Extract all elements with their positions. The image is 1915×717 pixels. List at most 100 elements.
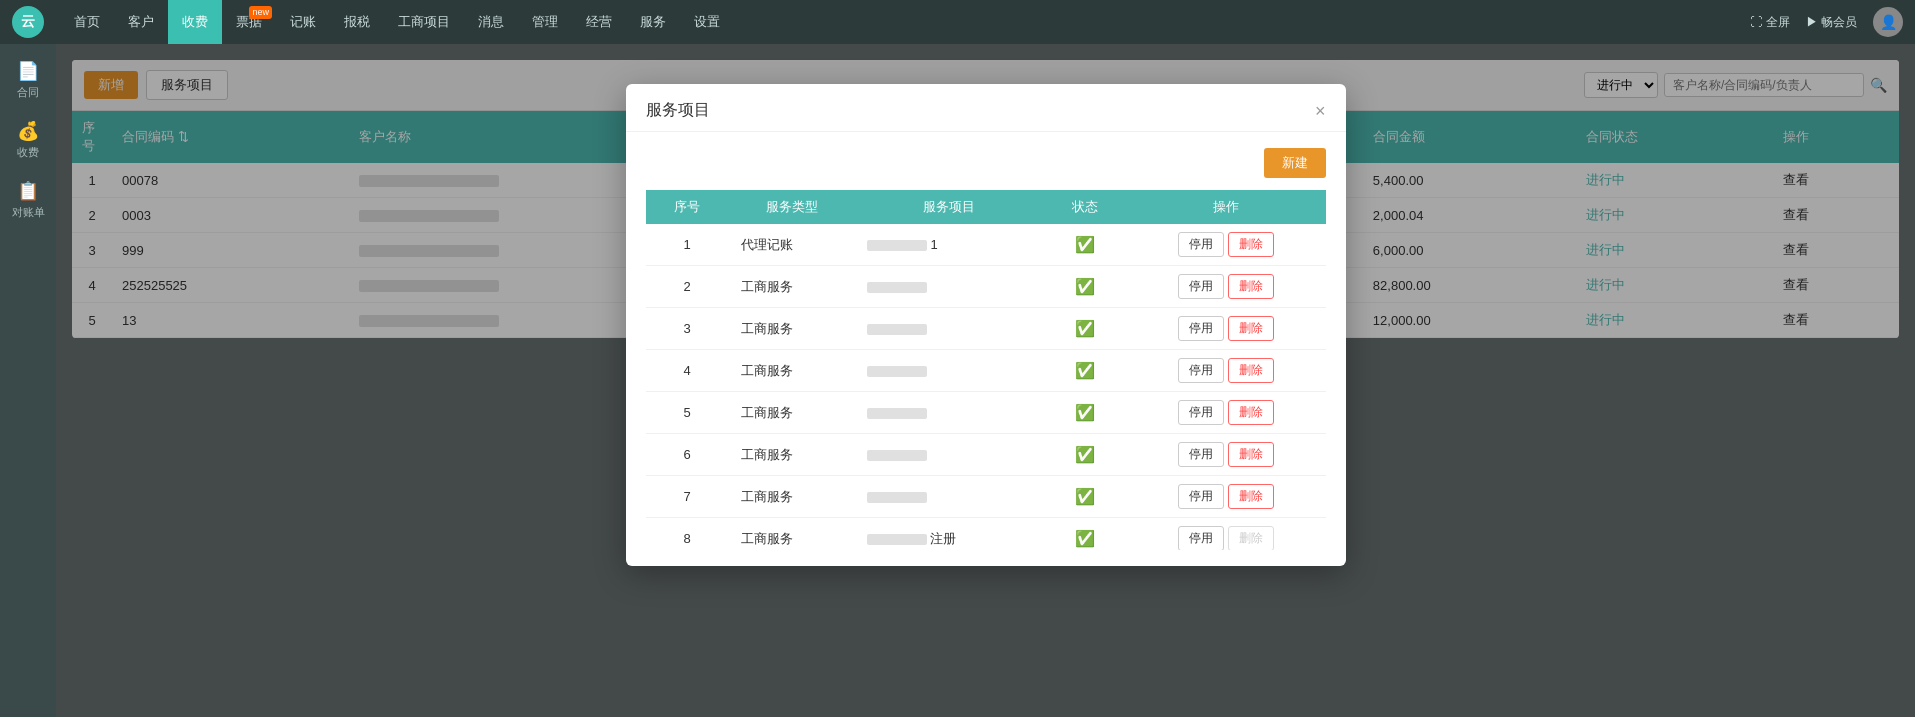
- modal-cell-seq: 3: [646, 308, 729, 350]
- modal-cell-ops: 停用 删除: [1127, 518, 1326, 551]
- modal-table-row: 1 代理记账 1 ✅ 停用 删除: [646, 224, 1326, 266]
- member-btn[interactable]: ▶ 畅会员: [1806, 14, 1857, 31]
- delete-button[interactable]: 删除: [1228, 358, 1274, 383]
- modal-table-row: 6 工商服务 ✅ 停用 删除: [646, 434, 1326, 476]
- modal-table-row: 7 工商服务 ✅ 停用 删除: [646, 476, 1326, 518]
- modal-cell-item: [855, 476, 1044, 518]
- modal-table-wrap[interactable]: 序号 服务类型 服务项目 状态 操作 1 代理记账 1 ✅ 停用: [646, 190, 1326, 550]
- modal-cell-type: 工商服务: [729, 308, 855, 350]
- modal-table-row: 8 工商服务 注册 ✅ 停用 删除: [646, 518, 1326, 551]
- modal-overlay: 服务项目 × 新建 序号 服务类型 服务项目: [56, 44, 1915, 717]
- modal-cell-status: ✅: [1044, 392, 1127, 434]
- nav-manage[interactable]: 管理: [518, 0, 572, 44]
- modal-cell-ops: 停用 删除: [1127, 308, 1326, 350]
- main-content: 新增 服务项目 进行中 全部 已结束 🔍 序号 合同编码: [56, 44, 1915, 717]
- modal-cell-item: [855, 392, 1044, 434]
- modal-new-button[interactable]: 新建: [1264, 148, 1326, 178]
- nav-settings[interactable]: 设置: [680, 0, 734, 44]
- modal-cell-ops: 停用 删除: [1127, 224, 1326, 266]
- modal-cell-status: ✅: [1044, 266, 1127, 308]
- nav-business[interactable]: 工商项目: [384, 0, 464, 44]
- modal-tbody: 1 代理记账 1 ✅ 停用 删除 2 工商服务 ✅ 停用 删除 3 工商服务 ✅…: [646, 224, 1326, 550]
- sidebar-item-statement[interactable]: 📋 对账单: [2, 172, 54, 228]
- contract-icon: 📄: [17, 60, 39, 82]
- modal-cell-status: ✅: [1044, 308, 1127, 350]
- modal-cell-item: 注册: [855, 518, 1044, 551]
- sidebar-label-statement: 对账单: [12, 205, 45, 220]
- modal-cell-ops: 停用 删除: [1127, 350, 1326, 392]
- modal-cell-seq: 4: [646, 350, 729, 392]
- modal-col-type: 服务类型: [729, 190, 855, 224]
- modal-cell-item: [855, 308, 1044, 350]
- right-icons: ⛶ 全屏 ▶ 畅会员 👤: [1750, 7, 1903, 37]
- modal-table-row: 2 工商服务 ✅ 停用 删除: [646, 266, 1326, 308]
- modal-table-head: 序号 服务类型 服务项目 状态 操作: [646, 190, 1326, 224]
- nav-billing[interactable]: 收费: [168, 0, 222, 44]
- nav-customer[interactable]: 客户: [114, 0, 168, 44]
- nav-message[interactable]: 消息: [464, 0, 518, 44]
- modal-header: 服务项目 ×: [626, 84, 1346, 132]
- modal-cell-type: 工商服务: [729, 434, 855, 476]
- delete-button[interactable]: 删除: [1228, 442, 1274, 467]
- modal-table-row: 5 工商服务 ✅ 停用 删除: [646, 392, 1326, 434]
- statement-icon: 📋: [17, 180, 39, 202]
- delete-button[interactable]: 删除: [1228, 400, 1274, 425]
- modal-cell-type: 工商服务: [729, 392, 855, 434]
- modal-cell-seq: 5: [646, 392, 729, 434]
- delete-button[interactable]: 删除: [1228, 232, 1274, 257]
- stop-button[interactable]: 停用: [1178, 316, 1224, 341]
- modal-cell-type: 工商服务: [729, 350, 855, 392]
- stop-button[interactable]: 停用: [1178, 358, 1224, 383]
- modal-cell-ops: 停用 删除: [1127, 476, 1326, 518]
- modal-col-status: 状态: [1044, 190, 1127, 224]
- modal-cell-status: ✅: [1044, 476, 1127, 518]
- modal-cell-ops: 停用 删除: [1127, 434, 1326, 476]
- modal-cell-seq: 1: [646, 224, 729, 266]
- modal-cell-status: ✅: [1044, 350, 1127, 392]
- modal-cell-status: ✅: [1044, 518, 1127, 551]
- modal-cell-ops: 停用 删除: [1127, 392, 1326, 434]
- modal-cell-seq: 7: [646, 476, 729, 518]
- modal-cell-type: 工商服务: [729, 476, 855, 518]
- delete-button[interactable]: 删除: [1228, 274, 1274, 299]
- nav-home[interactable]: 首页: [60, 0, 114, 44]
- modal-cell-status: ✅: [1044, 434, 1127, 476]
- stop-button[interactable]: 停用: [1178, 232, 1224, 257]
- stop-button[interactable]: 停用: [1178, 484, 1224, 509]
- modal-cell-type: 代理记账: [729, 224, 855, 266]
- app-logo[interactable]: 云: [12, 6, 44, 38]
- modal-col-action: 操作: [1127, 190, 1326, 224]
- modal-col-seq: 序号: [646, 190, 729, 224]
- modal-table: 序号 服务类型 服务项目 状态 操作 1 代理记账 1 ✅ 停用: [646, 190, 1326, 550]
- nav-operation[interactable]: 经营: [572, 0, 626, 44]
- modal-cell-seq: 2: [646, 266, 729, 308]
- avatar[interactable]: 👤: [1873, 7, 1903, 37]
- modal-cell-ops: 停用 删除: [1127, 266, 1326, 308]
- modal-cell-seq: 8: [646, 518, 729, 551]
- fullscreen-btn[interactable]: ⛶ 全屏: [1750, 14, 1789, 31]
- nav-tax[interactable]: 报税: [330, 0, 384, 44]
- sidebar-item-billing[interactable]: 💰 收费: [2, 112, 54, 168]
- modal-body: 新建 序号 服务类型 服务项目 状态 操作: [626, 132, 1346, 566]
- delete-button[interactable]: 删除: [1228, 526, 1274, 550]
- modal: 服务项目 × 新建 序号 服务类型 服务项目: [626, 84, 1346, 566]
- delete-button[interactable]: 删除: [1228, 316, 1274, 341]
- modal-cell-item: [855, 266, 1044, 308]
- sidebar: 📄 合同 💰 收费 📋 对账单: [0, 44, 56, 717]
- sidebar-label-billing: 收费: [17, 145, 39, 160]
- stop-button[interactable]: 停用: [1178, 400, 1224, 425]
- modal-cell-type: 工商服务: [729, 266, 855, 308]
- nav-invoice[interactable]: 票据 new: [222, 0, 276, 44]
- nav-service[interactable]: 服务: [626, 0, 680, 44]
- nav-bookkeeping[interactable]: 记账: [276, 0, 330, 44]
- modal-cell-item: [855, 350, 1044, 392]
- modal-table-row: 3 工商服务 ✅ 停用 删除: [646, 308, 1326, 350]
- modal-close-button[interactable]: ×: [1315, 102, 1326, 120]
- modal-cell-type: 工商服务: [729, 518, 855, 551]
- delete-button[interactable]: 删除: [1228, 484, 1274, 509]
- stop-button[interactable]: 停用: [1178, 442, 1224, 467]
- modal-cell-item: [855, 434, 1044, 476]
- sidebar-item-contract[interactable]: 📄 合同: [2, 52, 54, 108]
- stop-button[interactable]: 停用: [1178, 274, 1224, 299]
- stop-button[interactable]: 停用: [1178, 526, 1224, 550]
